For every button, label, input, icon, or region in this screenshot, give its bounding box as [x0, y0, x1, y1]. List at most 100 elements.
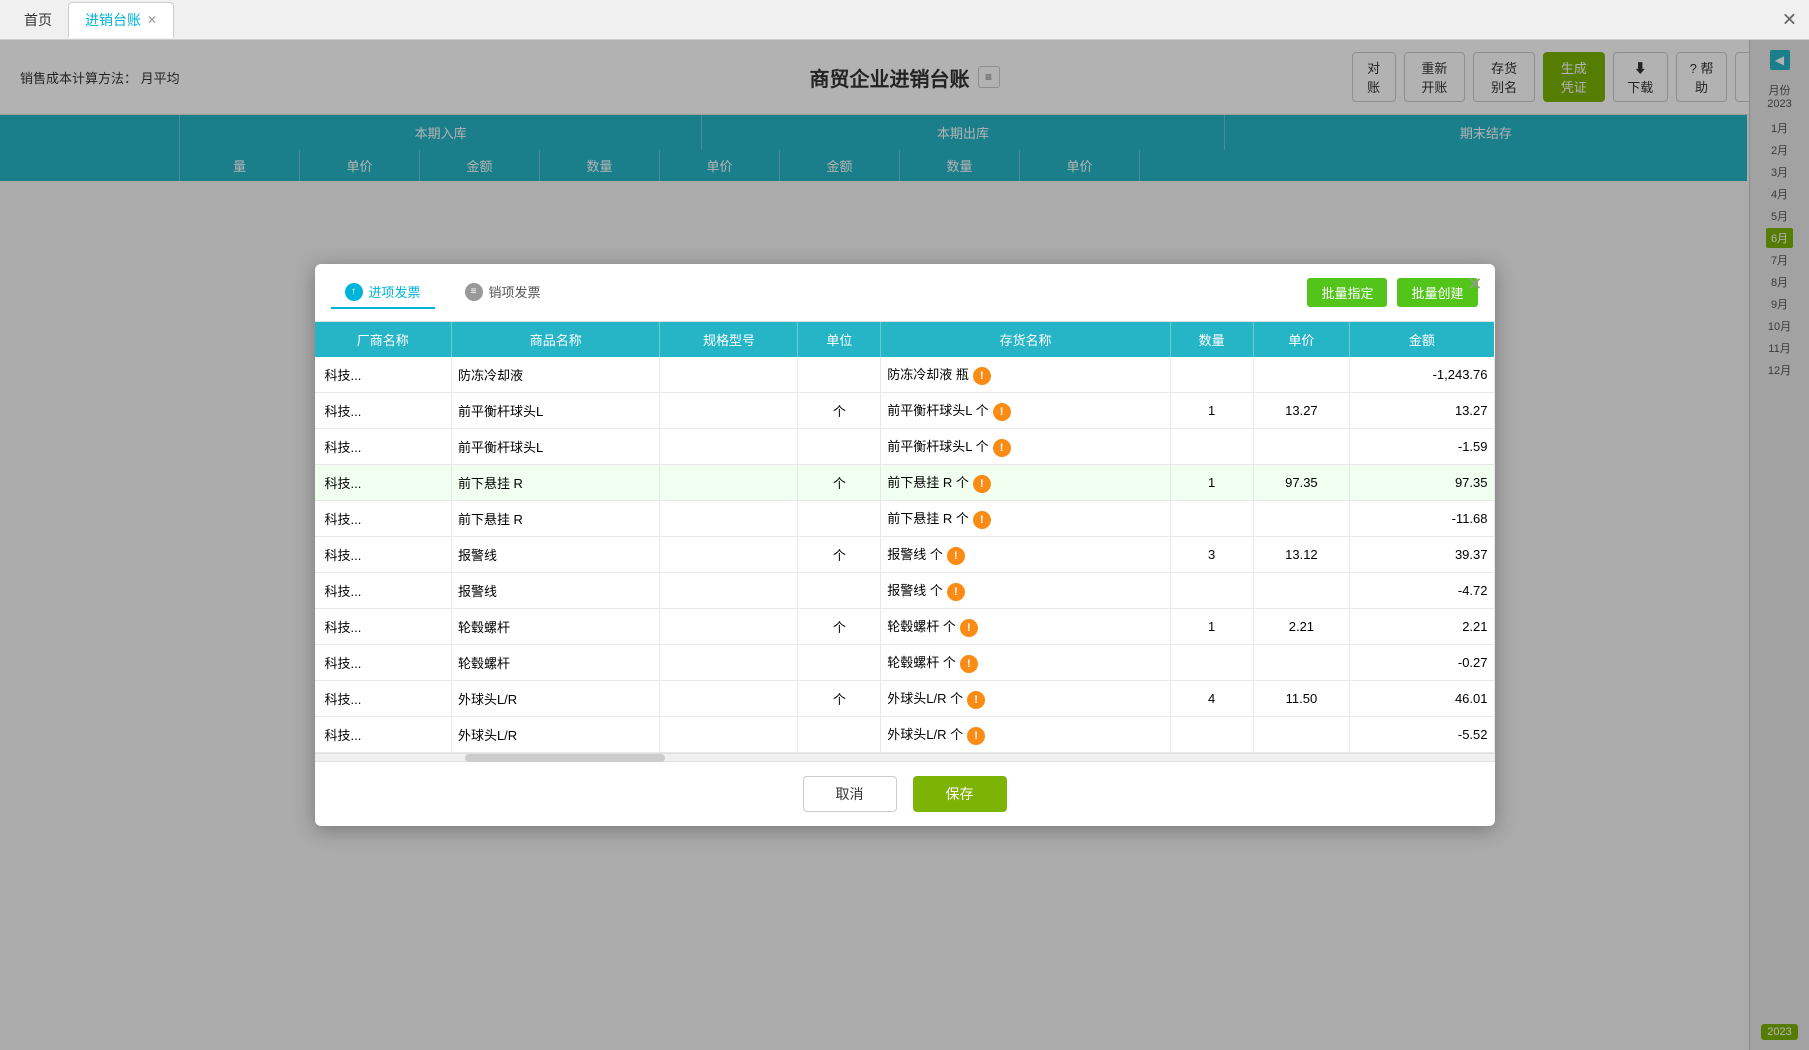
cell-amount: 46.01 — [1350, 681, 1494, 717]
h-scroll-thumb[interactable] — [465, 754, 665, 762]
modal-dialog: ↑ 进项发票 ≡ 销项发票 批量指定 批量创建 ✕ 厂商 — [315, 264, 1495, 826]
cell-unit — [798, 429, 881, 465]
cell-price — [1253, 645, 1350, 681]
cell-qty: 1 — [1170, 393, 1253, 429]
cell-product: 轮毂螺杆 — [451, 645, 660, 681]
cell-spec — [660, 537, 798, 573]
warning-icon: ! — [960, 655, 978, 673]
cell-qty: 4 — [1170, 681, 1253, 717]
cell-inventory: 前平衡杆球头L 个! — [881, 429, 1170, 465]
tab-ledger-close[interactable]: ✕ — [147, 13, 157, 27]
cell-inventory: 外球头L/R 个! — [881, 681, 1170, 717]
table-row: 科技... 外球头L/R 外球头L/R 个! -5.52 — [315, 717, 1495, 753]
batch-create-button[interactable]: 批量创建 — [1396, 277, 1478, 308]
warning-icon: ! — [993, 403, 1011, 421]
cell-qty: 1 — [1170, 465, 1253, 501]
cell-product: 报警线 — [451, 573, 660, 609]
cell-vendor: 科技... — [315, 609, 452, 645]
tab-bar: 首页 进销台账 ✕ ✕ — [0, 0, 1809, 40]
cell-vendor: 科技... — [315, 645, 452, 681]
cell-vendor: 科技... — [315, 501, 452, 537]
cell-product: 报警线 — [451, 537, 660, 573]
cell-spec — [660, 501, 798, 537]
cell-inventory: 报警线 个! — [881, 537, 1170, 573]
cancel-button[interactable]: 取消 — [803, 776, 897, 812]
cell-spec — [660, 357, 798, 393]
cell-inventory: 轮毂螺杆 个! — [881, 645, 1170, 681]
cell-spec — [660, 681, 798, 717]
warning-icon: ! — [947, 547, 965, 565]
cell-inventory: 轮毂螺杆 个! — [881, 609, 1170, 645]
cell-unit — [798, 573, 881, 609]
cell-spec — [660, 717, 798, 753]
modal-overlay: ↑ 进项发票 ≡ 销项发票 批量指定 批量创建 ✕ 厂商 — [0, 40, 1809, 1050]
modal-close-button[interactable]: ✕ — [1467, 274, 1482, 295]
save-button[interactable]: 保存 — [913, 776, 1007, 812]
col-inventory: 存货名称 — [881, 322, 1170, 357]
warning-icon: ! — [973, 511, 991, 529]
cell-unit — [798, 501, 881, 537]
table-row: 科技... 轮毂螺杆 轮毂螺杆 个! -0.27 — [315, 645, 1495, 681]
cell-qty — [1170, 357, 1253, 393]
cell-product: 外球头L/R — [451, 681, 660, 717]
cell-price — [1253, 357, 1350, 393]
cell-price — [1253, 501, 1350, 537]
cell-spec — [660, 609, 798, 645]
main-content: 销售成本计算方法： 月平均 商贸企业进销台账 ≡ 对账 重新开账 存货别名 生成… — [0, 40, 1809, 1050]
cell-price — [1253, 717, 1350, 753]
modal-header-buttons: 批量指定 批量创建 — [1306, 277, 1478, 308]
col-price: 单价 — [1253, 322, 1350, 357]
tab-outgoing-invoice[interactable]: ≡ 销项发票 — [451, 276, 555, 309]
cell-unit: 个 — [798, 681, 881, 717]
cell-spec — [660, 645, 798, 681]
warning-icon: ! — [973, 475, 991, 493]
col-amount: 金额 — [1350, 322, 1494, 357]
cell-price — [1253, 573, 1350, 609]
cell-vendor: 科技... — [315, 573, 452, 609]
cell-vendor: 科技... — [315, 429, 452, 465]
window-close-button[interactable]: ✕ — [1782, 9, 1797, 30]
cell-amount: -0.27 — [1350, 645, 1494, 681]
cell-product: 前下悬挂 R — [451, 501, 660, 537]
modal-table: 厂商名称 商品名称 规格型号 单位 存货名称 数量 单价 金额 科技... 防冻… — [315, 322, 1495, 753]
col-unit: 单位 — [798, 322, 881, 357]
cell-qty — [1170, 429, 1253, 465]
warning-icon: ! — [967, 691, 985, 709]
cell-vendor: 科技... — [315, 357, 452, 393]
table-row: 科技... 前平衡杆球头L 个 前平衡杆球头L 个! 1 13.27 13.27 — [315, 393, 1495, 429]
h-scroll-area[interactable] — [315, 753, 1495, 761]
outgoing-invoice-icon: ≡ — [465, 283, 483, 301]
table-row: 科技... 报警线 个 报警线 个! 3 13.12 39.37 — [315, 537, 1495, 573]
batch-assign-button[interactable]: 批量指定 — [1306, 277, 1388, 308]
warning-icon: ! — [947, 583, 965, 601]
table-header-row: 厂商名称 商品名称 规格型号 单位 存货名称 数量 单价 金额 — [315, 322, 1495, 357]
cell-product: 防冻冷却液 — [451, 357, 660, 393]
col-qty: 数量 — [1170, 322, 1253, 357]
cell-amount: 13.27 — [1350, 393, 1494, 429]
cell-inventory: 前下悬挂 R 个! — [881, 465, 1170, 501]
col-spec: 规格型号 — [660, 322, 798, 357]
cell-amount: 39.37 — [1350, 537, 1494, 573]
warning-icon: ! — [993, 439, 1011, 457]
table-row: 科技... 报警线 报警线 个! -4.72 — [315, 573, 1495, 609]
cell-price: 97.35 — [1253, 465, 1350, 501]
cell-vendor: 科技... — [315, 465, 452, 501]
tab-ledger[interactable]: 进销台账 ✕ — [68, 2, 174, 38]
cell-unit — [798, 645, 881, 681]
cell-unit: 个 — [798, 393, 881, 429]
cell-amount: -11.68 — [1350, 501, 1494, 537]
cell-inventory: 前平衡杆球头L 个! — [881, 393, 1170, 429]
cell-price: 13.27 — [1253, 393, 1350, 429]
cell-vendor: 科技... — [315, 717, 452, 753]
cell-amount: -5.52 — [1350, 717, 1494, 753]
tab-home[interactable]: 首页 — [8, 2, 68, 38]
tab-incoming-invoice[interactable]: ↑ 进项发票 — [331, 276, 435, 309]
cell-product: 外球头L/R — [451, 717, 660, 753]
cell-amount: -1.59 — [1350, 429, 1494, 465]
cell-unit — [798, 357, 881, 393]
modal-header: ↑ 进项发票 ≡ 销项发票 批量指定 批量创建 ✕ — [315, 264, 1495, 322]
modal-footer: 取消 保存 — [315, 761, 1495, 826]
cell-inventory: 前下悬挂 R 个! — [881, 501, 1170, 537]
cell-amount: 2.21 — [1350, 609, 1494, 645]
table-row: 科技... 防冻冷却液 防冻冷却液 瓶! -1,243.76 — [315, 357, 1495, 393]
